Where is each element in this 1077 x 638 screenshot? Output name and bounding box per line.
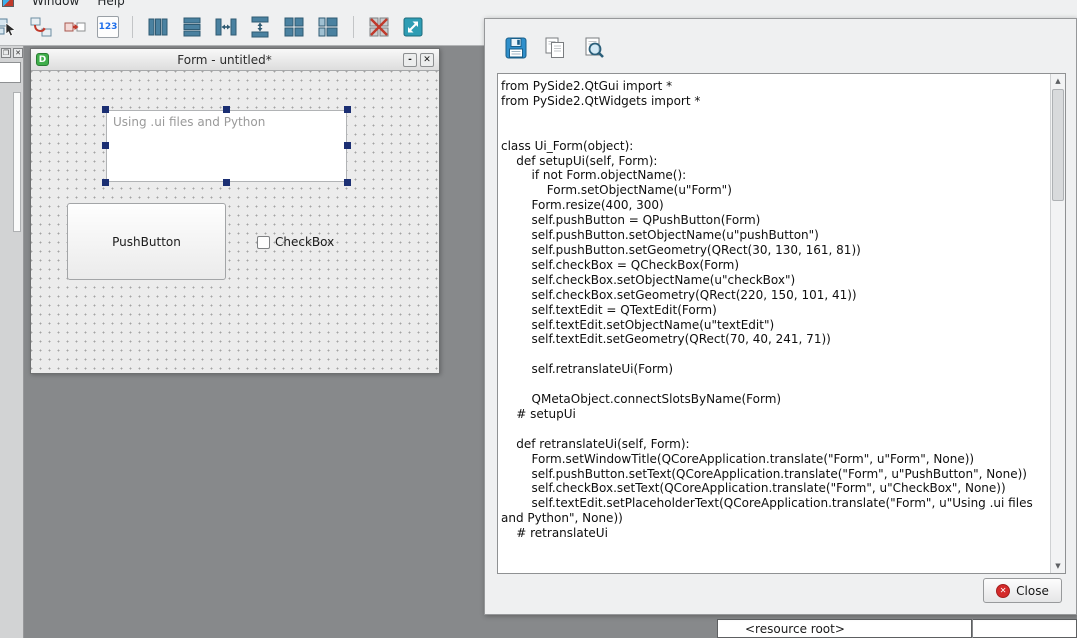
- pushbutton-widget[interactable]: PushButton: [67, 203, 226, 280]
- menu-help[interactable]: Help: [97, 0, 124, 8]
- form-window-title: Form - untitled*: [49, 53, 400, 67]
- form-canvas[interactable]: Using .ui files and Python PushButton Ch…: [31, 71, 439, 373]
- checkbox-label: CheckBox: [275, 235, 334, 249]
- layout-horizontal-splitter-icon[interactable]: [214, 15, 238, 39]
- scrollbar-thumb[interactable]: [1052, 89, 1064, 201]
- widget-box-dock: ❐ ✕: [0, 46, 24, 638]
- layout-vertical-splitter-icon[interactable]: [248, 15, 272, 39]
- close-button-label: Close: [1016, 584, 1049, 598]
- close-dialog-button[interactable]: ✕ Close: [983, 578, 1062, 603]
- scroll-down-icon[interactable]: ▼: [1051, 559, 1065, 573]
- checkbox-indicator[interactable]: [257, 236, 270, 249]
- selection-handle[interactable]: [223, 179, 230, 186]
- layout-form-icon[interactable]: [316, 15, 340, 39]
- selection-handle[interactable]: [344, 142, 351, 149]
- qt-designer-screen: Window Help 123: [0, 0, 1077, 638]
- textedit-placeholder[interactable]: Using .ui files and Python: [106, 110, 347, 182]
- resource-root-label: <resource root>: [745, 622, 845, 636]
- selection-handle[interactable]: [102, 142, 109, 149]
- menu-window[interactable]: Window: [32, 0, 79, 8]
- adjust-size-icon[interactable]: [401, 15, 425, 39]
- selection-handle[interactable]: [223, 106, 230, 113]
- checkbox-widget[interactable]: CheckBox: [257, 229, 358, 255]
- form-window-titlebar[interactable]: D Form - untitled* - ✕: [31, 49, 439, 71]
- dock-close-icon[interactable]: ✕: [13, 48, 23, 58]
- code-scrollbar[interactable]: ▲ ▼: [1050, 74, 1065, 573]
- resource-browser-root-item[interactable]: <resource root>: [717, 619, 972, 638]
- break-layout-icon[interactable]: [367, 15, 391, 39]
- form-editor-window: D Form - untitled* - ✕ Using .ui files a…: [30, 48, 440, 374]
- code-dialog-toolbar: [502, 34, 608, 62]
- tab-order-glyph: 123: [99, 22, 118, 32]
- edit-buddies-icon[interactable]: [63, 15, 87, 39]
- edit-signals-slots-icon[interactable]: [29, 15, 53, 39]
- widget-filter-input[interactable]: [0, 62, 21, 83]
- dock-scrollbar[interactable]: [13, 92, 21, 232]
- edit-tab-order-icon[interactable]: 123: [97, 16, 119, 38]
- code-view: from PySide2.QtGui import * from PySide2…: [497, 73, 1066, 574]
- main-toolbar: 123: [0, 11, 425, 43]
- selection-handle[interactable]: [102, 179, 109, 186]
- close-button[interactable]: ✕: [420, 53, 434, 67]
- close-circle-icon: ✕: [996, 584, 1010, 598]
- layout-grid-icon[interactable]: [282, 15, 306, 39]
- minimize-button[interactable]: -: [403, 53, 417, 67]
- resource-browser-side-panel: [973, 619, 1077, 638]
- edit-widgets-icon[interactable]: [0, 15, 19, 39]
- scroll-up-icon[interactable]: ▲: [1051, 74, 1065, 88]
- python-code-text[interactable]: from PySide2.QtGui import * from PySide2…: [498, 74, 1050, 573]
- form-file-icon: D: [36, 53, 49, 66]
- selection-handle[interactable]: [344, 106, 351, 113]
- selection-handle[interactable]: [102, 106, 109, 113]
- selection-handle[interactable]: [344, 179, 351, 186]
- menubar: Window Help: [0, 0, 1077, 9]
- save-icon[interactable]: [502, 34, 530, 62]
- code-preview-dialog: from PySide2.QtGui import * from PySide2…: [484, 18, 1077, 615]
- textedit-widget-selected[interactable]: Using .ui files and Python: [106, 110, 347, 182]
- layout-vertical-icon[interactable]: [180, 15, 204, 39]
- toolbar-separator: [353, 16, 354, 38]
- app-icon: [2, 0, 14, 7]
- layout-horizontal-icon[interactable]: [146, 15, 170, 39]
- dock-float-icon[interactable]: ❐: [1, 48, 11, 58]
- copy-icon[interactable]: [541, 34, 569, 62]
- toolbar-separator: [132, 16, 133, 38]
- find-icon[interactable]: [580, 34, 608, 62]
